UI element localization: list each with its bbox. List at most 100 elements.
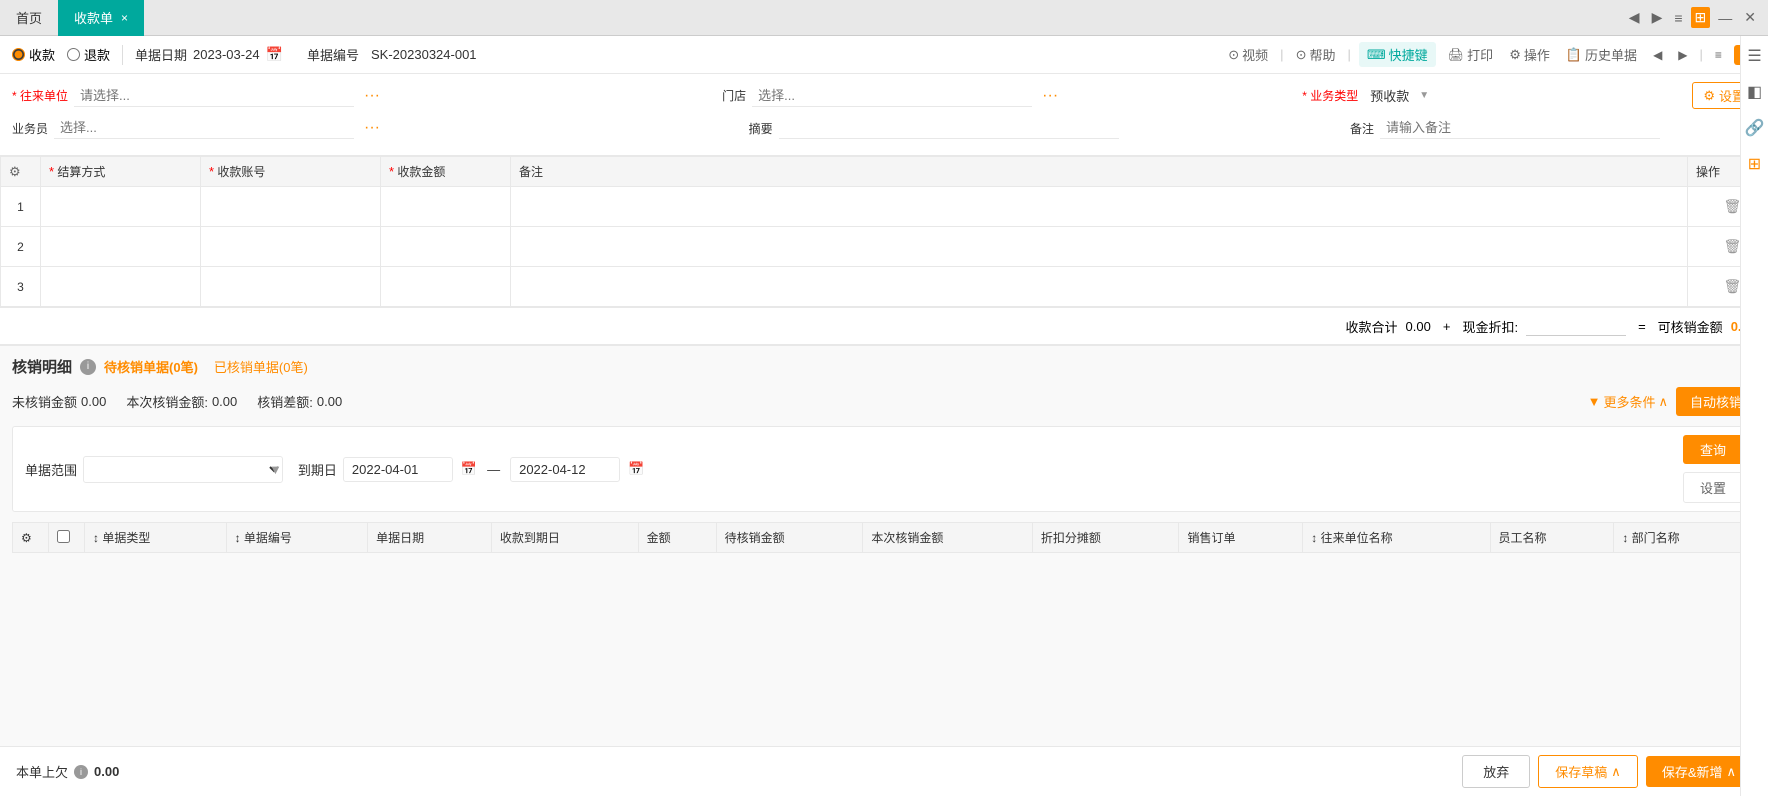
calendar-from-icon[interactable]: 📅 — [461, 461, 477, 477]
tab-minimize-icon[interactable]: — — [1714, 8, 1736, 28]
account-cell-2[interactable] — [201, 227, 381, 267]
tab-home[interactable]: 首页 — [0, 0, 58, 36]
calendar-icon[interactable]: 📅 — [266, 46, 283, 63]
store-input[interactable] — [752, 85, 1032, 107]
history-btn[interactable]: 📋 历史单据 — [1562, 43, 1641, 66]
video-btn[interactable]: ⊙ 视频 — [1224, 43, 1272, 66]
writeoff-section: 核销明细 i 待核销单据(0笔) 已核销单据(0笔) 未核销金额 0.00 本次… — [0, 344, 1768, 746]
tab-close-icon[interactable]: × — [121, 11, 128, 25]
due-date-filter: 到期日 📅 — 📅 — [298, 457, 644, 482]
print-btn[interactable]: 🖨 打印 — [1444, 43, 1498, 66]
store-more-icon[interactable]: ··· — [1038, 87, 1062, 105]
writeoff-header: 核销明细 i 待核销单据(0笔) 已核销单据(0笔) — [12, 356, 1756, 377]
delete-row-1-icon[interactable]: 🗑 — [1723, 198, 1741, 215]
total-info: 本单上欠 i 0.00 — [16, 762, 119, 781]
settlement-cell-3[interactable] — [41, 267, 201, 307]
video-icon: ⊙ — [1228, 47, 1239, 63]
equal-label: = — [1638, 319, 1646, 334]
shortcut-btn[interactable]: ⌨ 快捷键 — [1359, 42, 1436, 67]
wo-checkbox-header[interactable] — [49, 523, 85, 553]
pending-writeoff-tab[interactable]: 待核销单据(0笔) — [104, 357, 198, 376]
settlement-cell-2[interactable] — [41, 227, 201, 267]
writeoff-info-icon[interactable]: i — [80, 359, 96, 375]
counterparty-field: * 往来单位 ··· — [12, 85, 662, 107]
save-draft-btn[interactable]: 保存草稿 ∧ — [1538, 755, 1638, 788]
completed-writeoff-tab[interactable]: 已核销单据(0笔) — [214, 357, 308, 376]
nav-next-icon[interactable]: ▶ — [1674, 46, 1691, 64]
staff-field: 业务员 ··· — [12, 117, 689, 139]
calendar-to-icon[interactable]: 📅 — [628, 461, 644, 477]
table-row: 3 🗑 ⊞ — [1, 267, 1768, 307]
receipt-radio[interactable]: 收款 — [12, 45, 55, 64]
sidebar-icon-1[interactable]: ☰ — [1743, 42, 1765, 70]
wo-discount-header: 折扣分摊额 — [1032, 523, 1179, 553]
wo-gear-header[interactable]: ⚙ — [13, 523, 49, 553]
save-draft-dropdown-icon[interactable]: ∧ — [1611, 764, 1621, 780]
print-icon: 🖨 — [1448, 47, 1465, 63]
nav-prev-icon[interactable]: ◀ — [1649, 46, 1666, 64]
discard-btn[interactable]: 放弃 — [1462, 755, 1530, 788]
sidebar-icon-3[interactable]: 🔗 — [1741, 114, 1768, 142]
sum-row: 收款合计 0.00 + 现金折扣: = 可核销金额 0.00 — [0, 307, 1768, 344]
range-filter: 单据范围 ▼ — [25, 456, 282, 483]
tab-prev-icon[interactable]: ◀ — [1625, 7, 1644, 28]
range-select[interactable] — [83, 456, 283, 483]
uncleared-stat: 未核销金额 0.00 — [12, 392, 106, 411]
bottom-bar: 本单上欠 i 0.00 放弃 保存草稿 ∧ 保存&新增 ∧ — [0, 746, 1768, 796]
delete-row-2-icon[interactable]: 🗑 — [1723, 238, 1741, 255]
tab-close-all-icon[interactable]: ✕ — [1740, 7, 1760, 28]
due-date-from-input[interactable] — [343, 457, 453, 482]
tab-controls: ◀ ▶ ≡ ⊞ — ✕ — [1617, 7, 1768, 28]
save-new-btn[interactable]: 保存&新增 ∧ — [1646, 756, 1752, 787]
staff-more-icon[interactable]: ··· — [360, 119, 384, 137]
date-field: 单据日期 2023-03-24 📅 — [135, 45, 283, 64]
business-type-field: * 业务类型 预收款 ▼ — [1302, 86, 1692, 105]
wo-due-date-header: 收款到期日 — [491, 523, 638, 553]
settlement-cell-1[interactable] — [41, 187, 201, 227]
refund-radio[interactable]: 退款 — [67, 45, 110, 64]
select-all-checkbox[interactable] — [57, 530, 70, 543]
account-cell-3[interactable] — [201, 267, 381, 307]
remark-cell-1[interactable] — [511, 187, 1688, 227]
tab-receipt[interactable]: 收款单 × — [58, 0, 144, 36]
help-btn[interactable]: ⊙ 帮助 — [1292, 43, 1340, 66]
receipt-table: ⚙ * 结算方式 * 收款账号 * 收款金额 备注 操作 1 — [0, 156, 1768, 307]
staff-input[interactable] — [54, 117, 354, 139]
account-cell-1[interactable] — [201, 187, 381, 227]
filter-icon: ▼ — [1588, 394, 1601, 409]
remark-cell-3[interactable] — [511, 267, 1688, 307]
table-amount-header: * 收款金额 — [381, 157, 511, 187]
sidebar-icon-4[interactable]: ⊞ — [1744, 150, 1765, 178]
delete-row-3-icon[interactable]: 🗑 — [1723, 278, 1741, 295]
more-conditions-btn[interactable]: ▼ 更多条件 ∧ — [1588, 392, 1668, 411]
tab-grid-icon[interactable]: ⊞ — [1691, 7, 1711, 28]
net-amount-label: 可核销金额 — [1658, 317, 1723, 336]
amount-cell-1[interactable] — [381, 187, 511, 227]
filter-settings-btn[interactable]: 设置 — [1683, 472, 1743, 503]
business-type-dropdown-icon[interactable]: ▼ — [1419, 90, 1429, 101]
save-new-dropdown-icon[interactable]: ∧ — [1726, 764, 1736, 780]
writeoff-stats-right: ▼ 更多条件 ∧ 自动核销 — [1588, 387, 1756, 416]
wo-dept-header: ↕ 部门名称 — [1614, 523, 1756, 553]
tab-menu-icon[interactable]: ≡ — [1670, 8, 1686, 28]
due-date-to-input[interactable] — [510, 457, 620, 482]
tab-next-icon[interactable]: ▶ — [1648, 7, 1667, 28]
history-icon: 📋 — [1566, 47, 1582, 63]
amount-cell-2[interactable] — [381, 227, 511, 267]
sidebar-icon-2[interactable]: ◧ — [1743, 78, 1766, 106]
counterparty-input[interactable] — [74, 85, 354, 107]
view-list-icon[interactable]: ≡ — [1711, 46, 1726, 64]
table-gear-header[interactable]: ⚙ — [1, 157, 41, 187]
counterparty-more-icon[interactable]: ··· — [360, 87, 384, 105]
discount-input[interactable] — [1526, 316, 1626, 336]
operation-btn[interactable]: ⚙ 操作 — [1505, 43, 1554, 66]
summary-input[interactable] — [779, 117, 1119, 139]
query-btn[interactable]: 查询 — [1683, 435, 1743, 464]
total-info-icon[interactable]: i — [74, 765, 88, 779]
amount-cell-3[interactable] — [381, 267, 511, 307]
wo-order-header: 销售订单 — [1179, 523, 1303, 553]
remark-input[interactable] — [1380, 117, 1660, 139]
table-row: 1 🗑 ⊞ — [1, 187, 1768, 227]
wo-date-header: 单据日期 — [368, 523, 492, 553]
remark-cell-2[interactable] — [511, 227, 1688, 267]
